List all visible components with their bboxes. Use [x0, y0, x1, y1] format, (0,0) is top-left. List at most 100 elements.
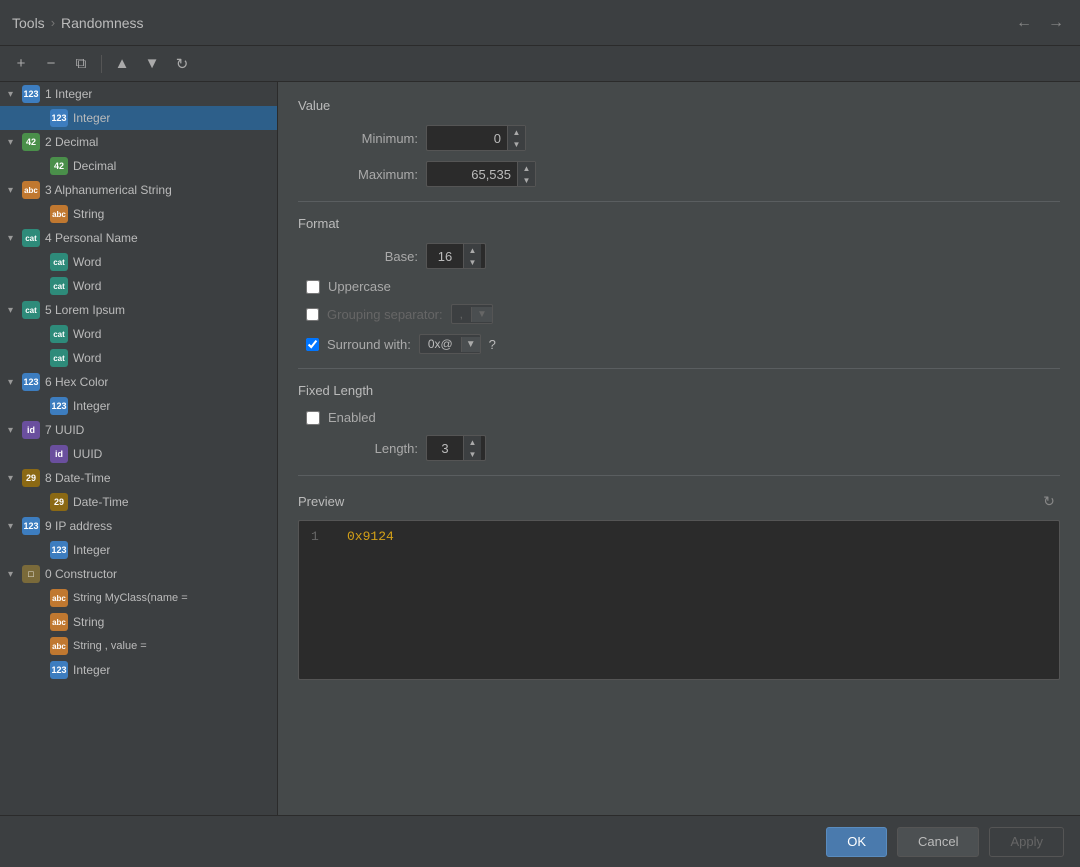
copy-button[interactable]: ⧉	[68, 51, 94, 77]
reset-button[interactable]: ↻	[169, 51, 195, 77]
add-button[interactable]: +	[8, 51, 34, 77]
move-down-button[interactable]: ▼	[139, 51, 165, 77]
help-button[interactable]: ?	[489, 337, 496, 352]
length-row: Length: ▲ ▼	[298, 435, 1060, 461]
maximum-input[interactable]	[427, 162, 517, 186]
tree-label-0-1: String MyClass(name =	[73, 592, 188, 604]
maximum-spin-up[interactable]: ▲	[517, 162, 535, 174]
uppercase-label[interactable]: Uppercase	[328, 279, 391, 294]
badge-9: 123	[22, 517, 40, 535]
grouping-dropdown-arrow[interactable]: ▼	[471, 307, 492, 322]
tree-item-1-1[interactable]: 123 Integer	[0, 106, 277, 130]
surround-checkbox[interactable]	[306, 338, 319, 351]
badge-2: 42	[22, 133, 40, 151]
minimum-spinbox[interactable]: ▲ ▼	[426, 125, 526, 151]
tree-item-4[interactable]: ▾ cat 4 Personal Name	[0, 226, 277, 250]
toolbar-separator	[101, 55, 102, 73]
expand-arrow-5: ▾	[8, 305, 22, 316]
tree-label-3: 3 Alphanumerical String	[45, 183, 172, 197]
badge-0: □	[22, 565, 40, 583]
badge-8: 29	[22, 469, 40, 487]
back-button[interactable]: ←	[1012, 11, 1036, 35]
badge-0-3: abc	[50, 637, 68, 655]
minimum-spin-down[interactable]: ▼	[507, 138, 525, 150]
badge-7-1: id	[50, 445, 68, 463]
refresh-button[interactable]: ↻	[1038, 490, 1060, 512]
grouping-select[interactable]: , ▼	[451, 304, 493, 324]
move-up-button[interactable]: ▲	[109, 51, 135, 77]
remove-icon: −	[47, 55, 56, 72]
badge-6-1: 123	[50, 397, 68, 415]
maximum-spinbox[interactable]: ▲ ▼	[426, 161, 536, 187]
tree-item-0-4[interactable]: 123 Integer	[0, 658, 277, 682]
surround-select[interactable]: 0x@ ▼	[419, 334, 481, 354]
tree-item-9-1[interactable]: 123 Integer	[0, 538, 277, 562]
tree-item-3[interactable]: ▾ abc 3 Alphanumerical String	[0, 178, 277, 202]
minimum-spin-up[interactable]: ▲	[507, 126, 525, 138]
badge-1-1: 123	[50, 109, 68, 127]
surround-dropdown-arrow[interactable]: ▼	[461, 337, 480, 352]
enabled-checkbox[interactable]	[306, 411, 320, 425]
tree-item-6[interactable]: ▾ 123 6 Hex Color	[0, 370, 277, 394]
tree-item-8[interactable]: ▾ 29 8 Date-Time	[0, 466, 277, 490]
tree-item-0-3[interactable]: abc String , value =	[0, 634, 277, 658]
base-input[interactable]	[427, 244, 463, 268]
help-icon: ?	[489, 337, 496, 352]
grouping-label[interactable]: Grouping separator:	[327, 307, 443, 322]
tree-label-1-1: Integer	[73, 111, 110, 125]
main-layout: ▾ 123 1 Integer 123 Integer ▾ 42 2 Decim…	[0, 82, 1080, 815]
tree-item-6-1[interactable]: 123 Integer	[0, 394, 277, 418]
tree-label-4-1: Word	[73, 255, 101, 269]
badge-3-1: abc	[50, 205, 68, 223]
surround-label[interactable]: Surround with:	[327, 337, 411, 352]
tree-item-4-2[interactable]: cat Word	[0, 274, 277, 298]
tree-label-7-1: UUID	[73, 447, 102, 461]
tree-item-0-2[interactable]: abc String	[0, 610, 277, 634]
maximum-spin-buttons: ▲ ▼	[517, 162, 535, 186]
ok-button[interactable]: OK	[826, 827, 887, 857]
tree-label-6: 6 Hex Color	[45, 375, 108, 389]
remove-button[interactable]: −	[38, 51, 64, 77]
tree-item-2-1[interactable]: 42 Decimal	[0, 154, 277, 178]
length-spinbox[interactable]: ▲ ▼	[426, 435, 486, 461]
minimum-input[interactable]	[427, 126, 507, 150]
badge-6: 123	[22, 373, 40, 391]
minimum-label: Minimum:	[298, 131, 418, 146]
tree-item-8-1[interactable]: 29 Date-Time	[0, 490, 277, 514]
apply-button[interactable]: Apply	[989, 827, 1064, 857]
tree-label-7: 7 UUID	[45, 423, 84, 437]
length-spin-buttons: ▲ ▼	[463, 436, 481, 460]
tree-label-4-2: Word	[73, 279, 101, 293]
base-spin-down[interactable]: ▼	[463, 256, 481, 268]
tree-item-0[interactable]: ▾ □ 0 Constructor	[0, 562, 277, 586]
badge-4-1: cat	[50, 253, 68, 271]
title-bar: Tools › Randomness ← →	[0, 0, 1080, 46]
tree-label-0-4: Integer	[73, 663, 110, 677]
maximum-spin-down[interactable]: ▼	[517, 174, 535, 186]
base-spin-up[interactable]: ▲	[463, 244, 481, 256]
grouping-checkbox[interactable]	[306, 308, 319, 321]
tree-item-5-1[interactable]: cat Word	[0, 322, 277, 346]
tree-item-1[interactable]: ▾ 123 1 Integer	[0, 82, 277, 106]
cancel-button[interactable]: Cancel	[897, 827, 979, 857]
tree-item-2[interactable]: ▾ 42 2 Decimal	[0, 130, 277, 154]
base-spinbox[interactable]: ▲ ▼	[426, 243, 486, 269]
nav-buttons: ← →	[1012, 11, 1068, 35]
tree-item-4-1[interactable]: cat Word	[0, 250, 277, 274]
length-spin-up[interactable]: ▲	[463, 436, 481, 448]
length-spin-down[interactable]: ▼	[463, 448, 481, 460]
tree-item-7-1[interactable]: id UUID	[0, 442, 277, 466]
divider-2	[298, 368, 1060, 369]
tree-item-3-1[interactable]: abc String	[0, 202, 277, 226]
tree-item-0-1[interactable]: abc String MyClass(name =	[0, 586, 277, 610]
tree-item-7[interactable]: ▾ id 7 UUID	[0, 418, 277, 442]
tree-item-5-2[interactable]: cat Word	[0, 346, 277, 370]
tree-item-5[interactable]: ▾ cat 5 Lorem Ipsum	[0, 298, 277, 322]
tree-label-8: 8 Date-Time	[45, 471, 111, 485]
tree-item-9[interactable]: ▾ 123 9 IP address	[0, 514, 277, 538]
uppercase-checkbox[interactable]	[306, 280, 320, 294]
surround-value: 0x@	[420, 335, 461, 353]
enabled-label[interactable]: Enabled	[328, 410, 376, 425]
forward-button[interactable]: →	[1044, 11, 1068, 35]
length-input[interactable]	[427, 436, 463, 460]
